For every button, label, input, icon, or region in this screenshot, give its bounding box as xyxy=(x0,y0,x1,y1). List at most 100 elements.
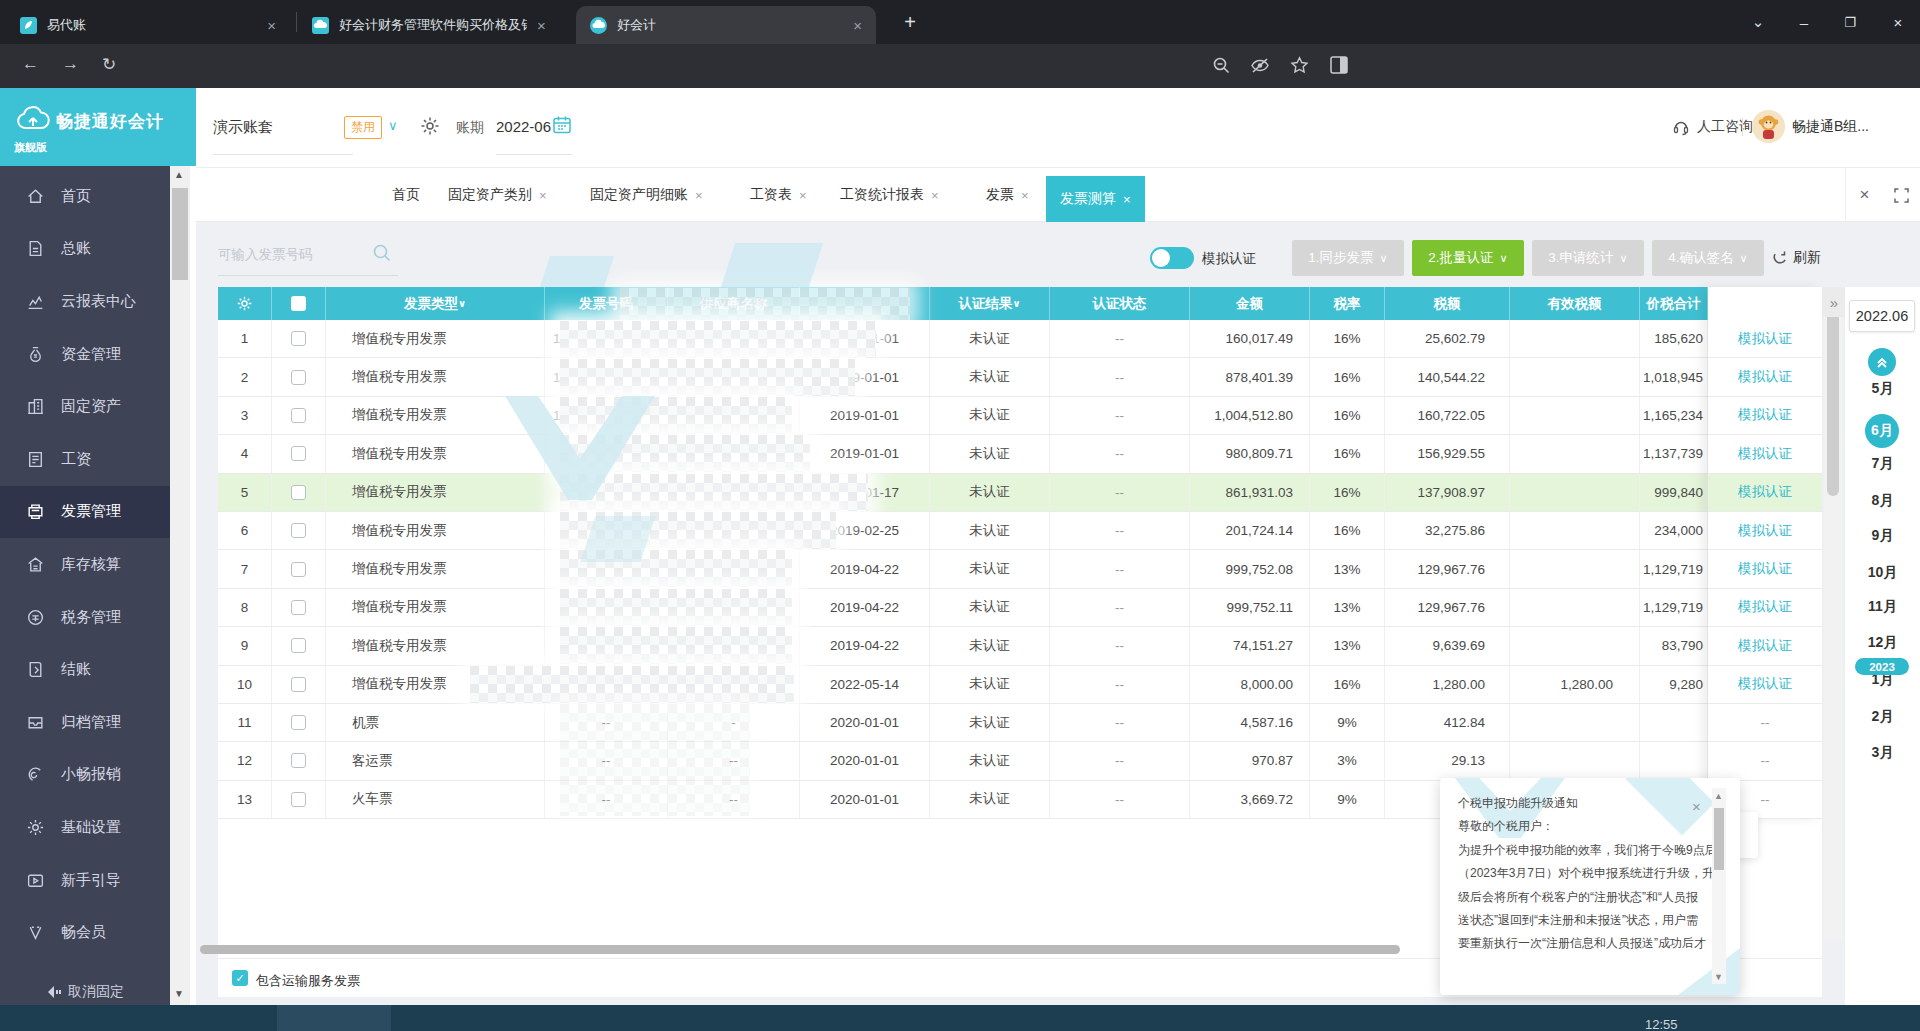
sidebar-item-小畅报销[interactable]: 小畅报销 xyxy=(0,749,170,802)
table-row[interactable]: 11机票---2020-01-01未认证--4,587.169%412.84 xyxy=(218,704,1822,742)
side-panel-icon[interactable] xyxy=(1330,56,1348,74)
button-1.同步发票[interactable]: 1.同步发票∨ xyxy=(1292,240,1404,276)
scroll-up-icon[interactable]: ▲ xyxy=(1714,791,1723,801)
table-row[interactable]: 4增值税专用发票2019-01-01未认证--980,809.7116%156,… xyxy=(218,435,1822,473)
select-all-checkbox[interactable] xyxy=(291,296,306,311)
browser-tab[interactable]: 易代账 × xyxy=(8,6,288,44)
table-row[interactable]: 5增值税专用发票2019-01-17未认证--861,931.0316%137,… xyxy=(218,474,1822,512)
tab-close-icon[interactable]: × xyxy=(537,17,546,34)
table-row[interactable]: 8增值税专用发票2019-04-22未认证--999,752.1113%129,… xyxy=(218,589,1822,627)
simulate-verify-link[interactable]: 模拟认证 xyxy=(1708,320,1822,358)
sidebar-item-总账[interactable]: 总账 xyxy=(0,223,170,276)
search-input[interactable]: 可输入发票号码 xyxy=(218,246,313,264)
account-name[interactable]: 演示账套 xyxy=(213,118,273,137)
settings-gear-icon[interactable] xyxy=(420,116,440,136)
sidebar-item-税务管理[interactable]: 税务管理 xyxy=(0,591,170,644)
month-item-9月[interactable]: 9月 xyxy=(1845,527,1920,545)
simulate-verify-link[interactable]: 模拟认证 xyxy=(1708,666,1822,704)
row-checkbox[interactable] xyxy=(291,408,306,423)
tab-固定资产类别[interactable]: 固定资产类别× xyxy=(448,168,547,222)
sidebar-item-归档管理[interactable]: 归档管理 xyxy=(0,696,170,749)
browser-tab-active[interactable]: 好会计 × xyxy=(576,6,876,44)
month-item-6月[interactable]: 6月 xyxy=(1865,414,1899,448)
refresh-button[interactable]: 刷新 xyxy=(1772,249,1821,267)
button-2.批量认证[interactable]: 2.批量认证∨ xyxy=(1412,240,1524,276)
row-checkbox[interactable] xyxy=(291,792,306,807)
popup-close-icon[interactable]: × xyxy=(1692,798,1701,815)
table-row[interactable]: 9增值税专用发票2019-04-22未认证--74,151.2713%9,639… xyxy=(218,627,1822,665)
row-checkbox[interactable] xyxy=(291,600,306,615)
tab-close-icon[interactable]: × xyxy=(799,188,807,203)
simulate-verify-link[interactable]: 模拟认证 xyxy=(1708,358,1822,396)
row-checkbox[interactable] xyxy=(291,446,306,461)
sidebar-item-畅会员[interactable]: 畅会员 xyxy=(0,906,170,959)
tab-工资统计报表[interactable]: 工资统计报表× xyxy=(840,168,939,222)
sidebar-item-结账[interactable]: 结账 xyxy=(0,643,170,696)
fullscreen-icon[interactable] xyxy=(1883,168,1920,222)
row-checkbox[interactable] xyxy=(291,677,306,692)
transport-checkbox[interactable]: ✓ xyxy=(232,970,248,986)
row-checkbox[interactable] xyxy=(291,753,306,768)
table-row[interactable]: 1增值税专用发票12019-01-01未认证--160,017.4916%25,… xyxy=(218,320,1822,358)
table-row[interactable]: 6增值税专用发票2019-02-25未认证--201,724.1416%32,2… xyxy=(218,512,1822,550)
tab-close-icon[interactable]: × xyxy=(853,17,862,34)
sidebar-item-库存核算[interactable]: 库存核算 xyxy=(0,538,170,591)
user-name[interactable]: 畅捷通B组... xyxy=(1792,118,1869,136)
eye-off-icon[interactable] xyxy=(1250,56,1270,75)
simulate-verify-link[interactable]: 模拟认证 xyxy=(1708,589,1822,627)
simulate-verify-link[interactable]: 模拟认证 xyxy=(1708,435,1822,473)
scrollbar-thumb[interactable] xyxy=(172,188,188,280)
table-vscrollbar-thumb[interactable] xyxy=(1827,291,1839,496)
tab-固定资产明细账[interactable]: 固定资产明细账× xyxy=(590,168,703,222)
month-item-2月[interactable]: 2月 xyxy=(1845,708,1920,726)
row-checkbox[interactable] xyxy=(291,562,306,577)
row-checkbox[interactable] xyxy=(291,638,306,653)
table-row[interactable]: 10增值税专用发票2022-05-14未认证--8,000.0016%1,280… xyxy=(218,666,1822,704)
simulate-verify-link[interactable]: 模拟认证 xyxy=(1708,397,1822,435)
scrollbar-thumb[interactable] xyxy=(1714,808,1724,870)
tab-close-icon[interactable]: × xyxy=(695,188,703,203)
sidebar-item-云报表中心[interactable]: 云报表中心 xyxy=(0,275,170,328)
tab-工资表[interactable]: 工资表× xyxy=(750,168,807,222)
simulate-verify-link[interactable]: 模拟认证 xyxy=(1708,627,1822,665)
scroll-up-icon[interactable]: ▲ xyxy=(174,169,184,180)
close-all-tabs-icon[interactable]: × xyxy=(1845,168,1883,222)
button-4.确认签名[interactable]: 4.确认签名∨ xyxy=(1652,240,1764,276)
period-value[interactable]: 2022-06 xyxy=(496,118,551,135)
window-maximize-button[interactable]: ❐ xyxy=(1828,0,1872,44)
zoom-icon[interactable] xyxy=(1212,56,1231,75)
tab-close-icon[interactable]: × xyxy=(1123,192,1131,207)
month-item-3月[interactable]: 3月 xyxy=(1845,744,1920,762)
reload-button[interactable]: ↻ xyxy=(102,54,116,75)
new-tab-button[interactable]: + xyxy=(892,0,928,44)
sidebar-item-固定资产[interactable]: 固定资产 xyxy=(0,380,170,433)
row-checkbox[interactable] xyxy=(291,523,306,538)
taskbar-item[interactable] xyxy=(277,1005,391,1031)
sidebar-item-首页[interactable]: 首页 xyxy=(0,170,170,223)
table-row[interactable]: 3增值税专用发票12019-01-01未认证--1,004,512.8016%1… xyxy=(218,397,1822,435)
tab-close-icon[interactable]: × xyxy=(539,188,547,203)
table-row[interactable]: 7增值税专用发票2019-04-22未认证--999,752.0813%129,… xyxy=(218,550,1822,588)
scroll-months-up-button[interactable] xyxy=(1868,348,1896,376)
table-hscrollbar-thumb[interactable] xyxy=(200,945,1400,954)
scroll-down-icon[interactable]: ▼ xyxy=(1714,972,1723,982)
search-icon[interactable] xyxy=(372,243,392,263)
row-checkbox[interactable] xyxy=(291,370,306,385)
scroll-down-icon[interactable]: ▼ xyxy=(174,988,184,999)
row-checkbox[interactable] xyxy=(291,715,306,730)
unpin-button[interactable]: 取消固定 xyxy=(0,978,170,1005)
month-item-5月[interactable]: 5月 xyxy=(1845,380,1920,398)
sidebar-item-基础设置[interactable]: 基础设置 xyxy=(0,801,170,854)
column-settings-gear-icon[interactable] xyxy=(236,295,253,312)
sidebar-item-发票管理[interactable]: 发票管理 xyxy=(0,486,170,539)
tab-发票测算[interactable]: 发票测算× xyxy=(1046,176,1145,222)
collapse-panel-icon[interactable]: » xyxy=(1822,287,1846,317)
month-item-10月[interactable]: 10月 xyxy=(1845,564,1920,582)
tab-首页[interactable]: 首页 xyxy=(392,168,420,222)
sidebar-scrollbar[interactable]: ▲ ▼ xyxy=(170,166,190,1005)
bookmark-star-icon[interactable] xyxy=(1290,56,1309,75)
simulate-verify-link[interactable]: 模拟认证 xyxy=(1708,474,1822,512)
row-checkbox[interactable] xyxy=(291,485,306,500)
table-row[interactable]: 2增值税专用发票102019-01-01未认证--878,401.3916%14… xyxy=(218,358,1822,396)
sidebar-item-新手引导[interactable]: 新手引导 xyxy=(0,854,170,907)
